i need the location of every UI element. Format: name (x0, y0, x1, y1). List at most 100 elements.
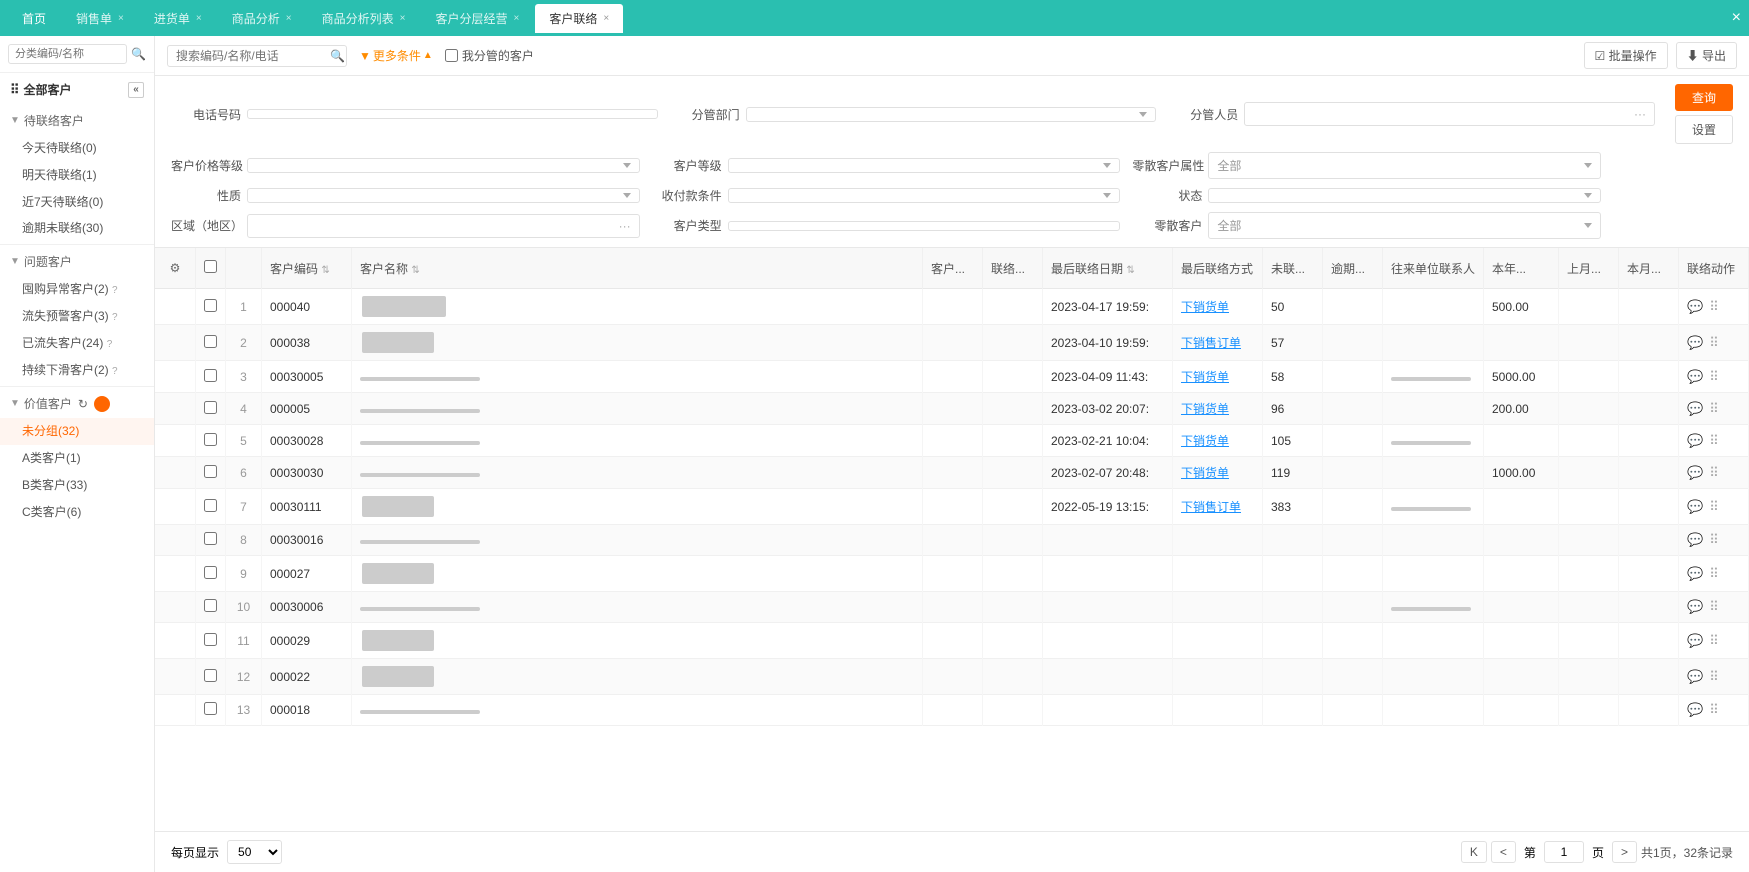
close-icon[interactable]: × (286, 13, 292, 24)
menu-icon[interactable]: ⠿ (1709, 433, 1719, 449)
row-checkbox[interactable] (204, 669, 217, 682)
menu-icon[interactable]: ⠿ (1709, 369, 1719, 385)
chat-icon[interactable]: 💬 (1687, 566, 1703, 582)
prev-page-btn[interactable]: < (1491, 841, 1516, 863)
th-this-year[interactable]: 本年... (1484, 248, 1559, 289)
td-checkbox[interactable] (196, 361, 226, 393)
row-checkbox[interactable] (204, 532, 217, 545)
nav-tab-purchase[interactable]: 进货单 × (140, 4, 216, 33)
sidebar-item-overdue-uncontact[interactable]: 逾期未联络(30) (0, 215, 154, 242)
th-name[interactable]: 客户名称 ⇅ (352, 248, 923, 289)
window-close-btn[interactable]: × (1732, 9, 1741, 27)
sidebar-search-input[interactable] (8, 44, 127, 64)
sidebar-item-loss-warning[interactable]: 流失预警客户(3) ? (0, 303, 154, 330)
chat-icon[interactable]: 💬 (1687, 599, 1703, 615)
last-way-link[interactable]: 下销货单 (1181, 402, 1229, 416)
sidebar-item-declining[interactable]: 持续下滑客户(2) ? (0, 357, 154, 384)
settings-icon[interactable]: ⚙ (163, 256, 187, 280)
customer-level-dropdown[interactable] (728, 158, 1121, 173)
last-way-link[interactable]: 下销货单 (1181, 434, 1229, 448)
person-input[interactable]: ··· (1244, 102, 1655, 126)
row-checkbox[interactable] (204, 299, 217, 312)
phone-input[interactable] (247, 109, 658, 119)
more-conditions-btn[interactable]: ▼ 更多条件 ▲ (359, 47, 433, 64)
td-checkbox[interactable] (196, 525, 226, 556)
last-way-link[interactable]: 下销货单 (1181, 300, 1229, 314)
menu-icon[interactable]: ⠿ (1709, 465, 1719, 481)
row-checkbox[interactable] (204, 369, 217, 382)
my-customers-filter[interactable]: 我分管的客户 (445, 47, 534, 64)
row-checkbox[interactable] (204, 633, 217, 646)
nav-tab-customer-stratify[interactable]: 客户分层经营 × (421, 4, 533, 33)
menu-icon[interactable]: ⠿ (1709, 633, 1719, 649)
td-checkbox[interactable] (196, 457, 226, 489)
chat-icon[interactable]: 💬 (1687, 499, 1703, 515)
chat-icon[interactable]: 💬 (1687, 532, 1703, 548)
td-checkbox[interactable] (196, 592, 226, 623)
menu-icon[interactable]: ⠿ (1709, 702, 1719, 718)
dept-dropdown[interactable] (746, 107, 1157, 122)
close-icon[interactable]: × (196, 13, 202, 24)
search-icon[interactable]: 🔍 (330, 49, 345, 63)
td-checkbox[interactable] (196, 489, 226, 525)
select-all-checkbox[interactable] (204, 260, 217, 273)
chat-icon[interactable]: 💬 (1687, 369, 1703, 385)
menu-icon[interactable]: ⠿ (1709, 401, 1719, 417)
close-icon[interactable]: × (513, 13, 519, 24)
menu-icon[interactable]: ⠿ (1709, 499, 1719, 515)
td-checkbox[interactable] (196, 556, 226, 592)
search-icon[interactable]: 🔍 (131, 47, 146, 61)
th-last-month[interactable]: 上月... (1559, 248, 1619, 289)
td-checkbox[interactable] (196, 695, 226, 726)
row-checkbox[interactable] (204, 566, 217, 579)
nav-tab-sales[interactable]: 销售单 × (62, 4, 138, 33)
sidebar-item-class-a[interactable]: A类客户(1) (0, 445, 154, 472)
td-checkbox[interactable] (196, 325, 226, 361)
retail-attr-dropdown[interactable]: 全部 (1208, 152, 1601, 179)
more-icon[interactable]: ··· (1634, 107, 1646, 121)
last-way-link[interactable]: 下销货单 (1181, 370, 1229, 384)
sidebar-group-problem[interactable]: ▼ 问题客户 (0, 247, 154, 276)
td-checkbox[interactable] (196, 659, 226, 695)
last-way-link[interactable]: 下销售订单 (1181, 336, 1241, 350)
last-way-link[interactable]: 下销货单 (1181, 466, 1229, 480)
region-input[interactable]: ··· (247, 214, 640, 238)
row-checkbox[interactable] (204, 499, 217, 512)
row-checkbox[interactable] (204, 335, 217, 348)
menu-icon[interactable]: ⠿ (1709, 532, 1719, 548)
customer-type-input[interactable] (728, 221, 1121, 231)
nav-tab-product-analysis[interactable]: 商品分析 × (218, 4, 306, 33)
chat-icon[interactable]: 💬 (1687, 401, 1703, 417)
chat-icon[interactable]: 💬 (1687, 633, 1703, 649)
sidebar-item-tomorrow-pending[interactable]: 明天待联络(1) (0, 162, 154, 189)
sidebar-item-lost[interactable]: 已流失客户(24) ? (0, 330, 154, 357)
th-code[interactable]: 客户编码 ⇅ (262, 248, 352, 289)
price-level-dropdown[interactable] (247, 158, 640, 173)
td-checkbox[interactable] (196, 623, 226, 659)
sidebar-item-abnormal-stockpile[interactable]: 囤购异常客户(2) ? (0, 276, 154, 303)
retail-dropdown[interactable]: 全部 (1208, 212, 1601, 239)
close-icon[interactable]: × (118, 13, 124, 24)
sidebar-item-class-b[interactable]: B类客户(33) (0, 472, 154, 499)
th-uncontact[interactable]: 未联... (1262, 248, 1322, 289)
chat-icon[interactable]: 💬 (1687, 702, 1703, 718)
th-contact[interactable]: 联络... (982, 248, 1042, 289)
th-unit-contact[interactable]: 往来单位联系人 (1382, 248, 1483, 289)
chat-icon[interactable]: 💬 (1687, 669, 1703, 685)
sidebar-item-class-c[interactable]: C类客户(6) (0, 499, 154, 526)
th-last-date[interactable]: 最后联络日期 ⇅ (1042, 248, 1172, 289)
main-search-input[interactable] (176, 49, 326, 63)
row-checkbox[interactable] (204, 465, 217, 478)
menu-icon[interactable]: ⠿ (1709, 566, 1719, 582)
th-select-all[interactable] (196, 248, 226, 289)
close-icon[interactable]: × (400, 13, 406, 24)
first-page-btn[interactable]: K (1461, 841, 1487, 863)
td-checkbox[interactable] (196, 393, 226, 425)
status-dropdown[interactable] (1208, 188, 1601, 203)
menu-icon[interactable]: ⠿ (1709, 599, 1719, 615)
row-checkbox[interactable] (204, 401, 217, 414)
th-settings[interactable]: ⚙ (155, 248, 196, 289)
th-last-way[interactable]: 最后联络方式 (1172, 248, 1262, 289)
sidebar-item-7days-pending[interactable]: 近7天待联络(0) (0, 189, 154, 216)
export-btn[interactable]: ⬇ 导出 (1676, 42, 1737, 69)
